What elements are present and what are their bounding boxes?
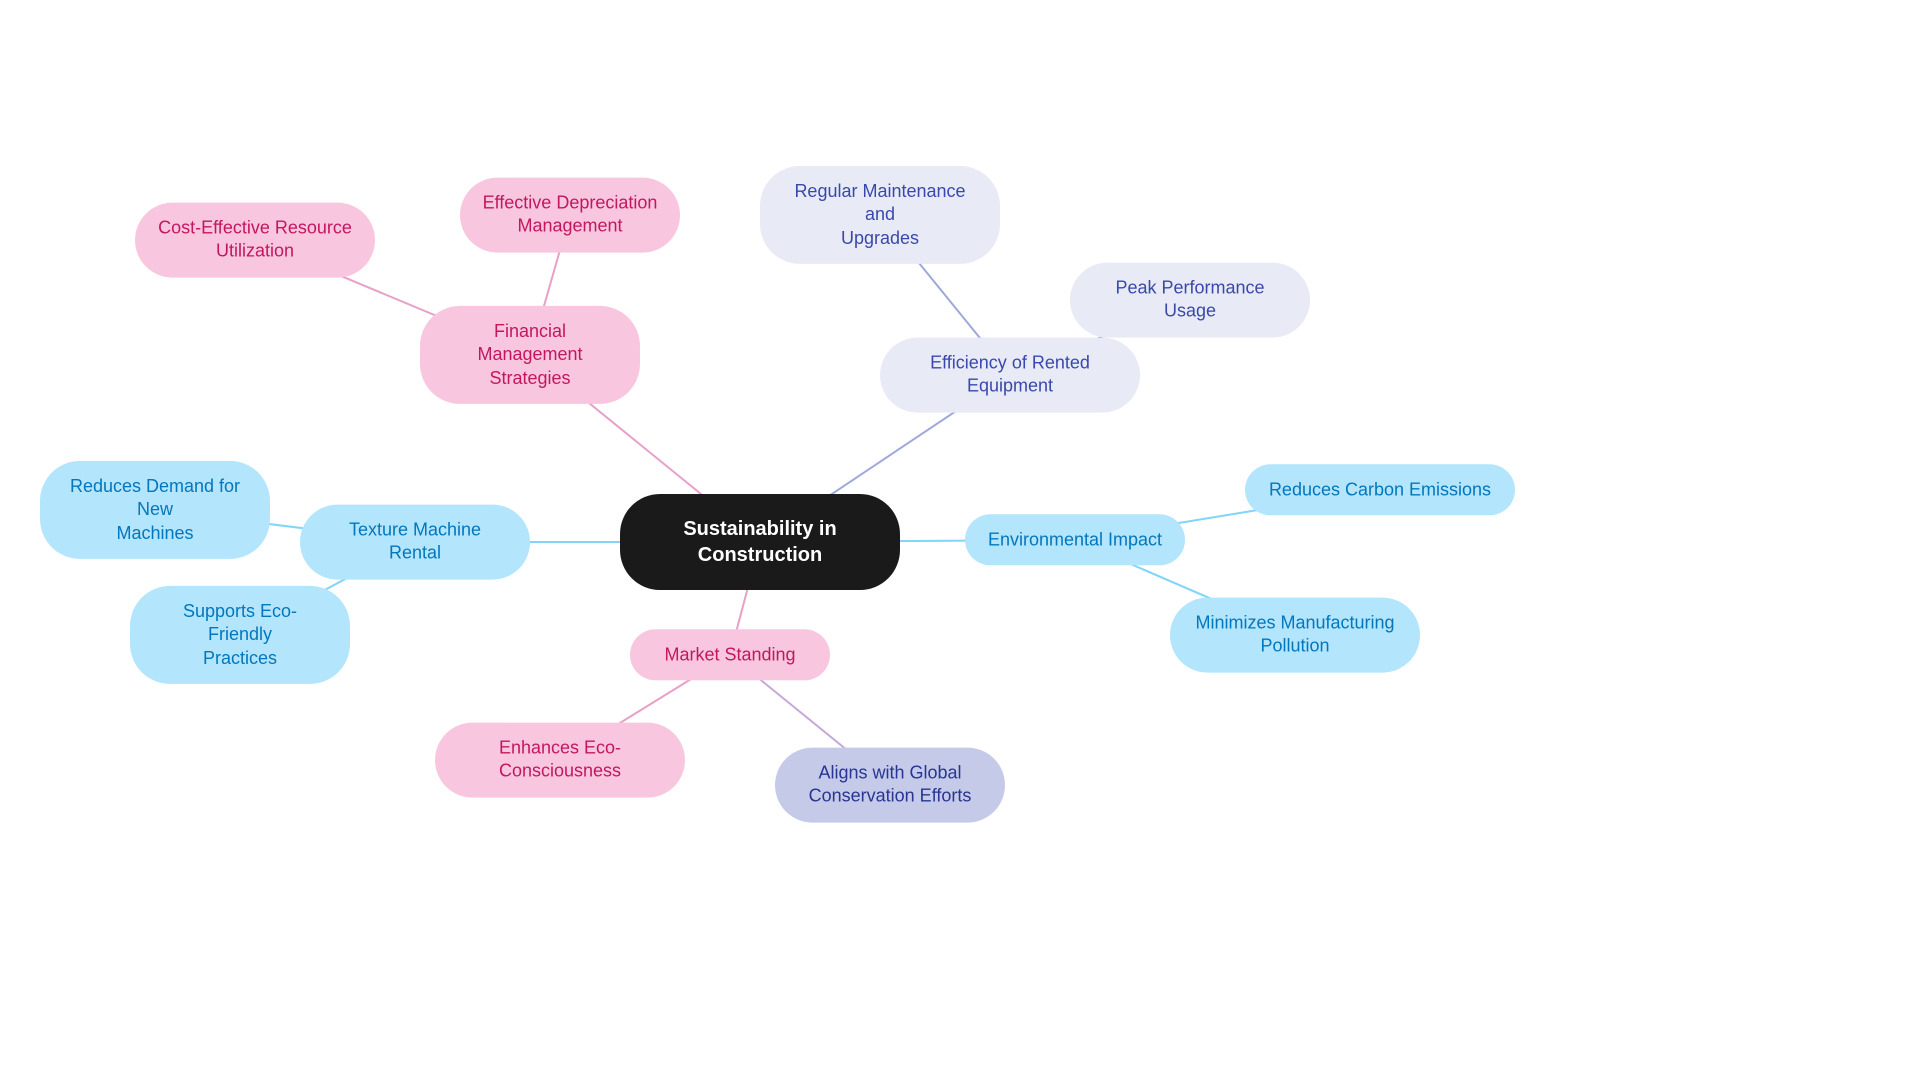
center-node: Sustainability in Construction: [620, 494, 900, 590]
eco-consciousness-node: Enhances Eco-Consciousness: [435, 723, 685, 798]
depreciation-node: Effective DepreciationManagement: [460, 178, 680, 253]
market-standing-node: Market Standing: [630, 629, 830, 680]
texture-machine-node: Texture Machine Rental: [300, 505, 530, 580]
peak-performance-node: Peak Performance Usage: [1070, 263, 1310, 338]
conservation-node: Aligns with GlobalConservation Efforts: [775, 748, 1005, 823]
financial-management-node: Financial ManagementStrategies: [420, 306, 640, 404]
reduces-demand-node: Reduces Demand for NewMachines: [40, 461, 270, 559]
manufacturing-pollution-node: Minimizes ManufacturingPollution: [1170, 598, 1420, 673]
carbon-emissions-node: Reduces Carbon Emissions: [1245, 464, 1515, 515]
eco-friendly-node: Supports Eco-FriendlyPractices: [130, 586, 350, 684]
cost-effective-node: Cost-Effective ResourceUtilization: [135, 203, 375, 278]
efficiency-node: Efficiency of Rented Equipment: [880, 338, 1140, 413]
maintenance-node: Regular Maintenance andUpgrades: [760, 166, 1000, 264]
environmental-impact-node: Environmental Impact: [965, 514, 1185, 565]
